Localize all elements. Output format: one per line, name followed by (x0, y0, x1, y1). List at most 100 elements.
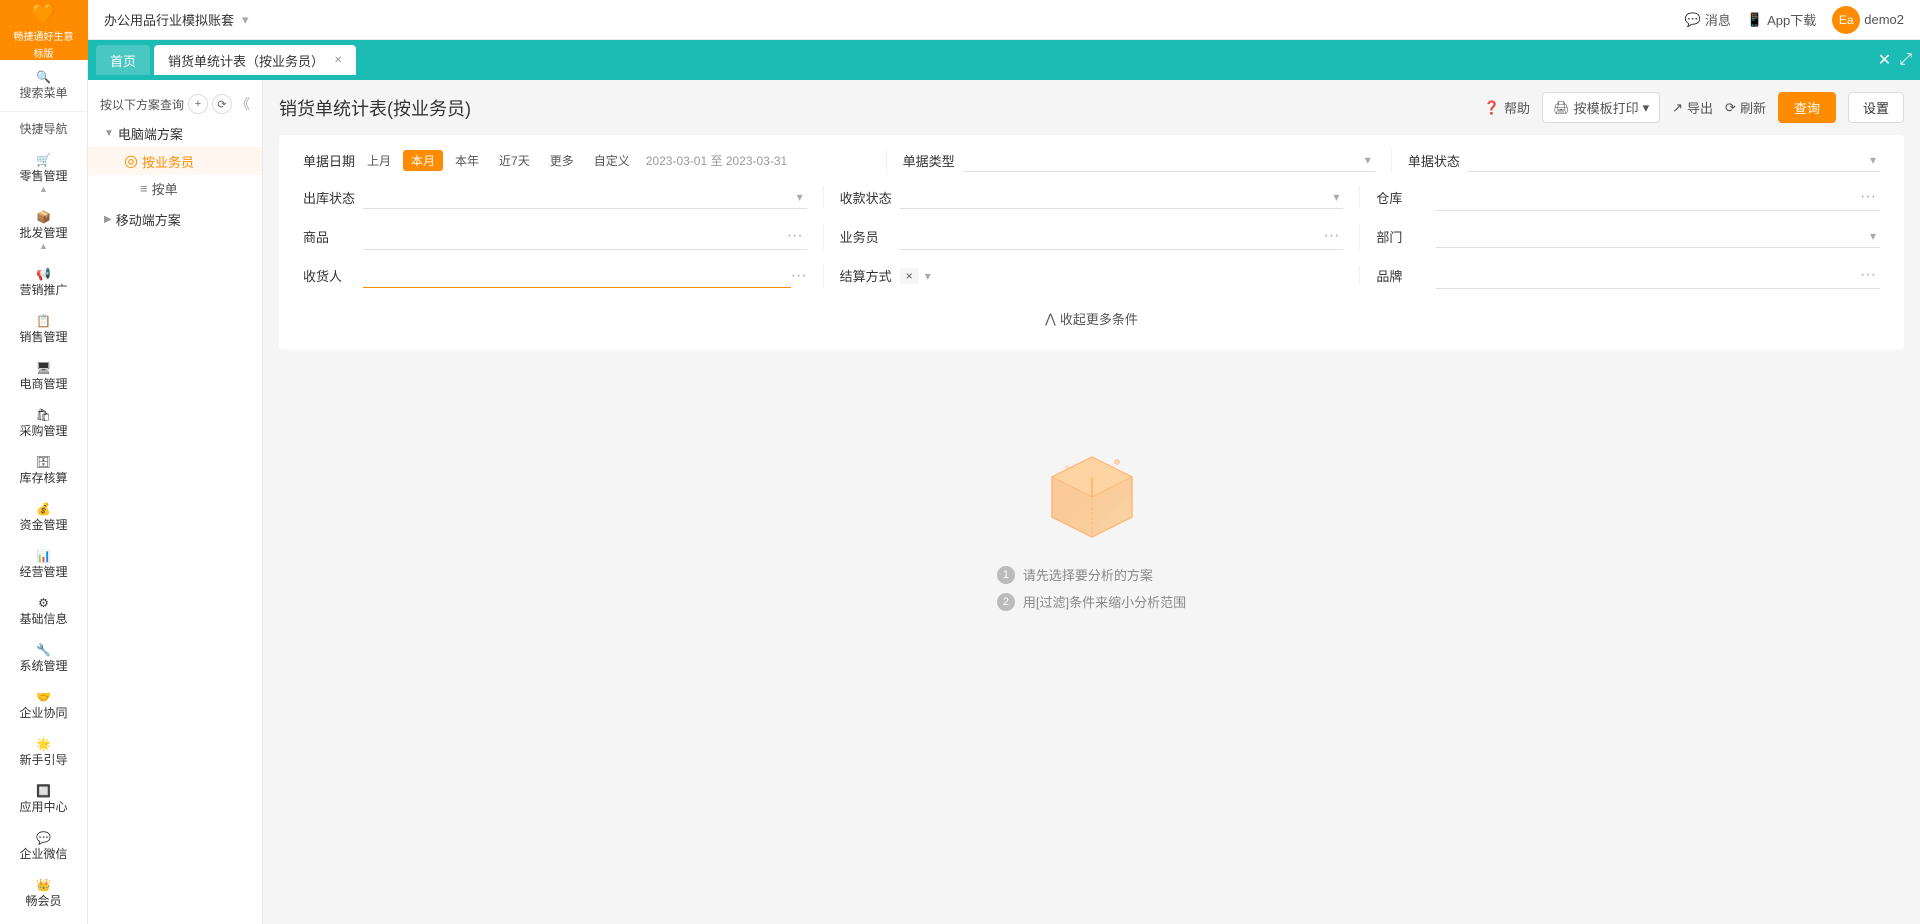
tab-sales-stat[interactable]: 销货单统计表（按业务员） ✕ (154, 45, 356, 75)
dept-select[interactable]: ▾ (1436, 225, 1880, 248)
collapse-icon: ⋀ (1045, 311, 1056, 327)
sidebar-item-ecommerce[interactable]: 🖥 电商管理 (0, 353, 87, 400)
sidebar-search[interactable]: 🔍 搜索菜单 (0, 60, 87, 112)
page-title: 销货单统计表(按业务员) (279, 95, 471, 121)
doc-type-select[interactable]: ▾ (963, 149, 1375, 172)
add-scheme-btn[interactable]: + (188, 94, 208, 114)
user-profile[interactable]: Ea demo2 (1832, 6, 1904, 34)
refresh-link[interactable]: ⟳ 刷新 (1725, 98, 1766, 117)
goods-select[interactable]: ··· (363, 223, 807, 250)
sidebar-item-member[interactable]: 👑 畅会员 (0, 870, 87, 917)
help-link[interactable]: ❓ 帮助 (1484, 98, 1530, 117)
sidebar-item-wholesale[interactable]: 📦 批发管理 ▲ (0, 202, 87, 259)
filter-salesperson-field: 业务员 ··· (824, 223, 1361, 250)
settlement-tag-close[interactable]: × (906, 269, 913, 283)
operation-icon: 📊 (36, 549, 51, 563)
sidebar-item-finance[interactable]: 💰 资金管理 (0, 494, 87, 541)
export-icon: ↗ (1672, 100, 1683, 116)
collapse-more-btn[interactable]: ⋀ 收起更多条件 (1045, 309, 1138, 328)
tab-home[interactable]: 首页 (96, 45, 150, 75)
query-btn[interactable]: 查询 (1778, 92, 1836, 123)
collapse-panel-btn[interactable]: 《 (236, 94, 250, 114)
tab-bar-close-icon[interactable]: ✕ (1878, 50, 1891, 70)
header-right: 💬 消息 📱 App下载 Ea demo2 (1685, 6, 1904, 34)
help-icon: ❓ (1484, 100, 1500, 116)
sidebar-item-inventory[interactable]: 🗄 库存核算 (0, 447, 87, 494)
tab-bar-expand-icon[interactable]: ⤢ (1899, 51, 1912, 69)
sidebar-item-retail-label: 零售管理 (19, 167, 67, 184)
sidebar-item-corp-wechat[interactable]: 💬 企业微信 (0, 823, 87, 870)
sidebar-logo: 🧡 畅捷通好生意 标版 (0, 0, 88, 60)
date-btn-this-month[interactable]: 本月 (403, 150, 443, 171)
doc-status-select[interactable]: ▾ (1468, 149, 1880, 172)
tree-node-mobile[interactable]: ▶ 移动端方案 (88, 206, 262, 233)
doc-type-arrow: ▾ (1365, 153, 1371, 167)
sidebar-item-newbie[interactable]: 🌟 新手引导 (0, 729, 87, 776)
dept-arrow: ▾ (1870, 229, 1876, 243)
template-print-btn[interactable]: 🖨 按模板打印 ▾ (1542, 92, 1660, 123)
filter-brand-field: 品牌 ··· (1360, 262, 1888, 289)
date-label: 单据日期 (303, 151, 359, 170)
empty-tips: 1 请先选择要分析的方案 2 用[过滤]条件来缩小分析范围 (997, 565, 1186, 611)
consignee-input[interactable] (363, 264, 791, 288)
sales-icon: 📋 (36, 314, 51, 328)
app-download-link[interactable]: 📱 App下载 (1747, 10, 1816, 29)
brand-select[interactable]: ··· (1436, 262, 1880, 289)
sidebar-quick-nav[interactable]: 快捷导航 (0, 112, 87, 145)
sidebar-item-marketing[interactable]: 📢 营销推广 (0, 259, 87, 306)
settings-btn[interactable]: 设置 (1848, 92, 1904, 123)
message-link[interactable]: 💬 消息 (1685, 10, 1731, 29)
date-btn-last-month[interactable]: 上月 (359, 150, 399, 171)
sidebar-item-retail[interactable]: 🛒 零售管理 ▲ (0, 145, 87, 202)
sidebar-item-basic[interactable]: ⚙ 基础信息 (0, 588, 87, 635)
left-panel-title: 按以下方案查询 (100, 96, 184, 113)
breadcrumb-dropdown-icon[interactable]: ▾ (242, 12, 249, 28)
search-icon: 🔍 (36, 70, 51, 84)
marketing-icon: 📢 (36, 267, 51, 281)
stock-status-select[interactable]: ▾ (363, 186, 807, 209)
receipt-status-select[interactable]: ▾ (900, 186, 1344, 209)
dept-label: 部门 (1376, 227, 1436, 246)
sidebar-item-sales[interactable]: 📋 销售管理 (0, 306, 87, 353)
brand-dots: ··· (1860, 266, 1876, 284)
tip-text-1: 请先选择要分析的方案 (1023, 565, 1153, 584)
tree-node-by-order[interactable]: ≡ 按单 (88, 175, 262, 202)
sidebar-item-operation[interactable]: 📊 经营管理 (0, 541, 87, 588)
tree-node-by-salesperson[interactable]: ◎ 按业务员 (88, 147, 262, 175)
empty-tip-2: 2 用[过滤]条件来缩小分析范围 (997, 592, 1186, 611)
salesperson-select[interactable]: ··· (900, 223, 1344, 250)
logo-subtitle: 标版 (34, 45, 54, 60)
message-label: 消息 (1705, 10, 1731, 29)
sidebar-item-system[interactable]: 🔧 系统管理 (0, 635, 87, 682)
settlement-arrow: ▾ (925, 269, 931, 283)
tree-node-pc[interactable]: ▼ 电脑端方案 (88, 120, 262, 147)
empty-icon (1032, 442, 1152, 542)
logo-icon: 🧡 (31, 1, 56, 26)
tab-close-icon[interactable]: ✕ (334, 55, 342, 66)
message-icon: 💬 (1685, 12, 1701, 28)
filter-goods-field: 商品 ··· (295, 223, 824, 250)
date-btn-this-year[interactable]: 本年 (447, 150, 487, 171)
export-link[interactable]: ↗ 导出 (1672, 98, 1713, 117)
brand-label: 品牌 (1376, 266, 1436, 285)
refresh-scheme-btn[interactable]: ⟳ (212, 94, 232, 114)
inventory-icon: 🗄 (36, 455, 51, 469)
tip-num-2: 2 (997, 593, 1015, 611)
filter-consignee-field: 收货人 ··· (295, 264, 824, 288)
sidebar-item-enterprise[interactable]: 🤝 企业协同 (0, 682, 87, 729)
salesperson-label: 业务员 (840, 227, 900, 246)
sidebar-item-purchase[interactable]: 🛍 采购管理 (0, 400, 87, 447)
sidebar-item-sales-label: 销售管理 (19, 328, 67, 345)
sidebar-item-apps[interactable]: 🔲 应用中心 (0, 776, 87, 823)
date-btn-more[interactable]: 更多 (542, 150, 582, 171)
date-btn-custom[interactable]: 自定义 (586, 150, 638, 171)
refresh-label: 刷新 (1740, 98, 1766, 117)
tab-sales-stat-label: 销货单统计表（按业务员） (168, 51, 324, 70)
date-btn-last7days[interactable]: 近7天 (491, 150, 538, 171)
logo-text: 畅捷通好生意 (14, 28, 74, 43)
warehouse-select[interactable]: ··· (1436, 184, 1880, 211)
filter-doc-type-field: 单据类型 ▾ (887, 149, 1392, 172)
salesperson-scheme-label: 按业务员 (142, 152, 194, 171)
order-scheme-label: 按单 (152, 179, 178, 198)
refresh-icon: ⟳ (1725, 100, 1736, 116)
